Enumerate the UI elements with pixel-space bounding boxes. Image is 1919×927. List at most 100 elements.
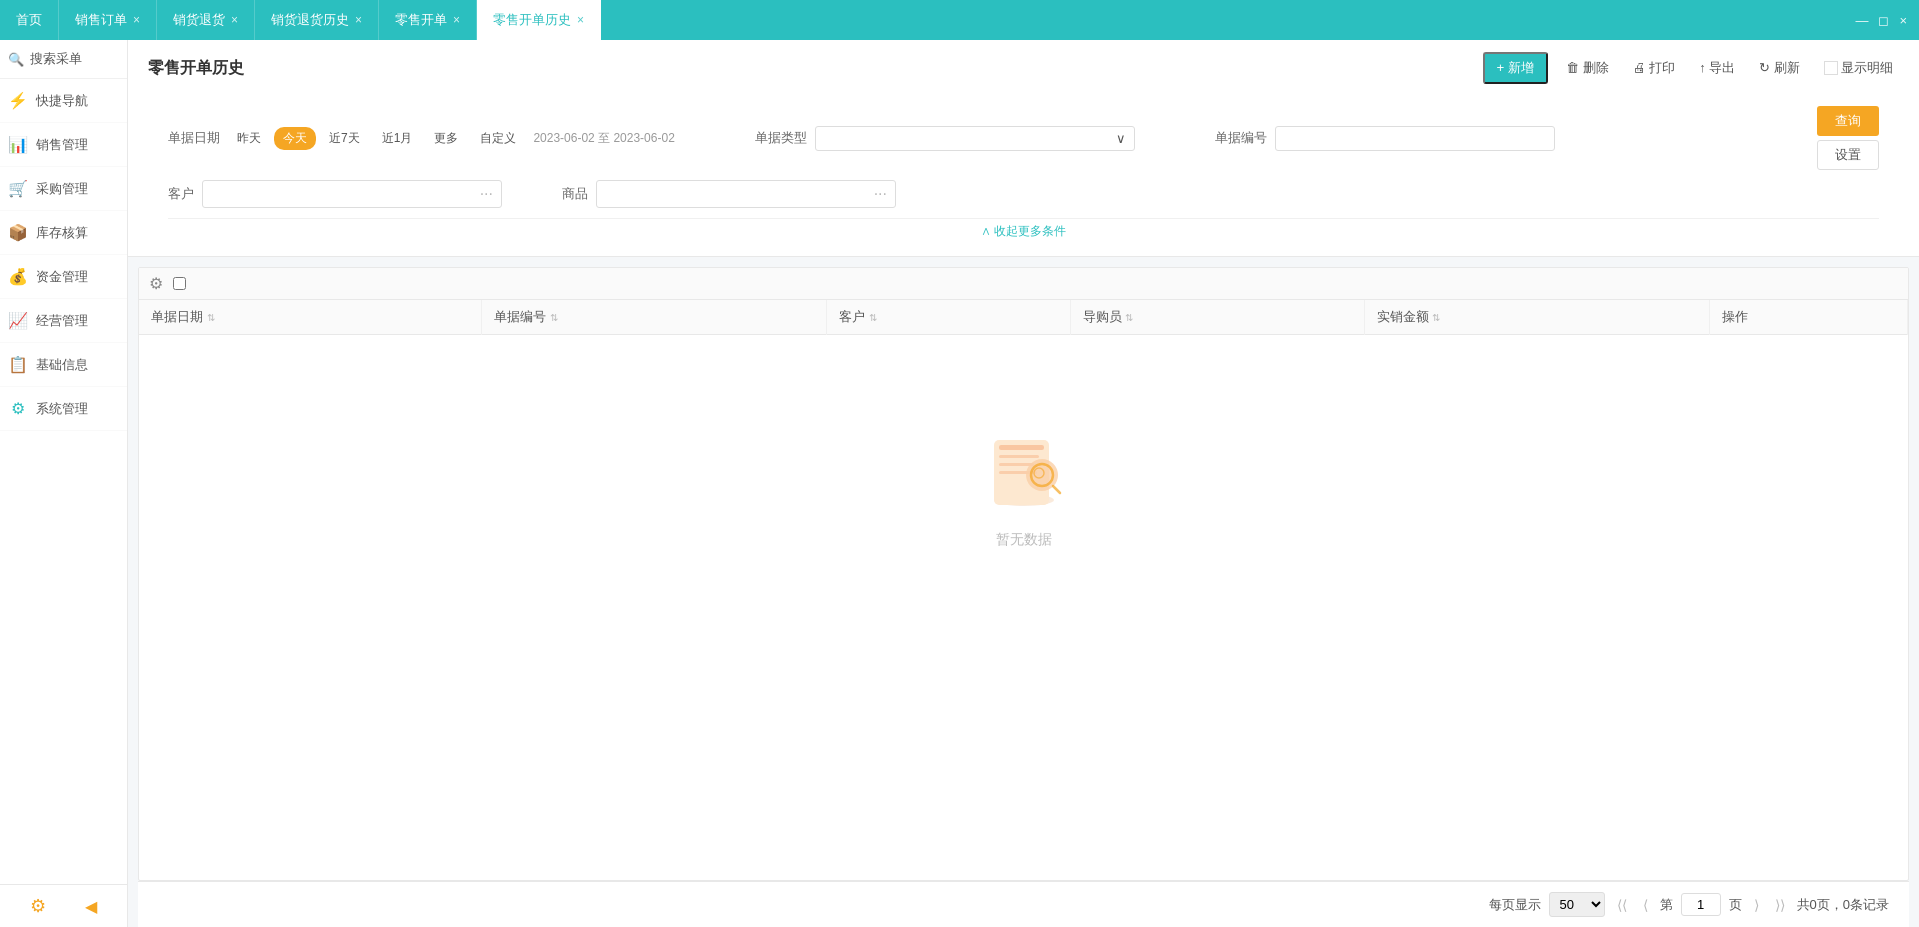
table-column-导购员[interactable]: 导购员 ⇅ [1070,300,1364,335]
sidebar-item-label: 系统管理 [36,400,88,418]
sidebar-icon: 📊 [8,135,28,154]
page-number-input[interactable] [1681,893,1721,916]
empty-state: 暂无数据 [139,335,1908,629]
close-button[interactable]: × [1899,13,1907,28]
page-size-select[interactable]: 102050100 [1549,892,1605,917]
top-nav-tab[interactable]: 销货退货× [157,0,255,40]
svg-line-8 [1053,486,1060,493]
bill-type-select[interactable]: ∨ [815,126,1135,151]
sidebar-item-资金管理[interactable]: 💰资金管理 [0,255,127,299]
svg-rect-3 [999,455,1039,458]
date-option-btn[interactable]: 昨天 [228,127,270,150]
customer-select[interactable]: ··· [202,180,502,208]
svg-rect-4 [999,463,1034,466]
tab-close-icon[interactable]: × [133,13,140,27]
tab-close-icon[interactable]: × [355,13,362,27]
date-option-btn[interactable]: 近1月 [373,127,422,150]
table-column-单据编号[interactable]: 单据编号 ⇅ [482,300,827,335]
sidebar-collapse-button[interactable]: ◀ [85,897,97,916]
top-nav-tab[interactable]: 零售开单× [379,0,477,40]
export-button[interactable]: ↑ 导出 [1693,55,1741,81]
tab-close-icon[interactable]: × [577,13,584,27]
display-col-button[interactable]: 显示明细 [1818,55,1899,81]
sidebar-icon: 🛒 [8,179,28,198]
bill-type-arrow: ∨ [1116,131,1126,146]
date-option-btn[interactable]: 自定义 [471,127,525,150]
content-area: 零售开单历史 + 新增 🗑 删除 🖨 打印 ↑ 导出 ↻ 刷新 显示明细 [128,40,1919,927]
table-column-单据日期[interactable]: 单据日期 ⇅ [139,300,482,335]
last-page-button[interactable]: ⟩⟩ [1771,895,1789,915]
main-layout: 🔍 搜索采单 ⚡快捷导航 📊 销售管理 🛒采购管理 📦 库存核算 💰资金管理📈经营管理📋基础… [0,40,1919,927]
query-button[interactable]: 查询 [1817,106,1879,136]
sidebar-icon: ⚡ [8,91,28,110]
total-label: 共0页，0条记录 [1797,896,1889,914]
sort-icon: ⇅ [1125,312,1133,323]
date-range-display: 2023-06-02 至 2023-06-02 [533,130,674,147]
sort-icon: ⇅ [869,312,877,323]
collapse-label: ∧ 收起更多条件 [981,223,1066,240]
sidebar-item-快捷导航[interactable]: ⚡快捷导航 [0,79,127,123]
sidebar-item-label: 销售管理 [36,136,88,154]
data-table: 单据日期 ⇅单据编号 ⇅客户 ⇅导购员 ⇅实销金额 ⇅操作 [139,300,1908,335]
delete-button[interactable]: 🗑 删除 [1560,55,1615,81]
tab-close-icon[interactable]: × [231,13,238,27]
refresh-button[interactable]: ↻ 刷新 [1753,55,1806,81]
top-nav-tab[interactable]: 销货退货历史× [255,0,379,40]
new-button[interactable]: + 新增 [1483,52,1549,84]
sidebar-item-库存核算[interactable]: 📦 库存核算 [0,211,127,255]
top-nav-tab[interactable]: 销售订单× [59,0,157,40]
top-nav-tabs: 首页销售订单×销货退货×销货退货历史×零售开单×零售开单历史× [0,0,1855,40]
date-filter: 单据日期 昨天今天近7天近1月更多自定义 2023-06-02 至 2023-0… [168,127,675,150]
table-container: ⚙ 单据日期 ⇅单据编号 ⇅客户 ⇅导购员 ⇅实销金额 ⇅操作 [138,267,1909,881]
sort-icon: ⇅ [1432,312,1440,323]
date-option-btn[interactable]: 今天 [274,127,316,150]
display-col-label: 显示明细 [1841,59,1893,77]
date-label: 单据日期 [168,129,220,147]
goods-filter: 商品 ··· [562,180,896,208]
sidebar-item-经营管理[interactable]: 📈经营管理 [0,299,127,343]
sidebar-icon: 📋 [8,355,28,374]
search-icon: 🔍 [8,52,24,67]
table-column-客户[interactable]: 客户 ⇅ [827,300,1071,335]
next-page-button[interactable]: ⟩ [1750,895,1763,915]
select-all-checkbox[interactable] [173,277,186,290]
display-col-checkbox[interactable] [1824,61,1838,75]
print-button[interactable]: 🖨 打印 [1627,55,1682,81]
sidebar-item-采购管理[interactable]: 🛒采购管理 [0,167,127,211]
sidebar-settings-button[interactable]: ⚙ [30,895,46,917]
goods-select[interactable]: ··· [596,180,896,208]
bill-no-label: 单据编号 [1215,129,1267,147]
bill-type-label: 单据类型 [755,129,807,147]
filter-row-1: 单据日期 昨天今天近7天近1月更多自定义 2023-06-02 至 2023-0… [168,106,1879,170]
prev-page-button[interactable]: ⟨ [1639,895,1652,915]
sidebar-item-系统管理[interactable]: ⚙系统管理 [0,387,127,431]
page-word: 页 [1729,896,1742,914]
customer-dots: ··· [480,185,493,203]
table-settings-icon[interactable]: ⚙ [149,274,163,293]
top-nav-bar: 首页销售订单×销货退货×销货退货历史×零售开单×零售开单历史× — ◻ × [0,0,1919,40]
top-nav-tab[interactable]: 首页 [0,0,59,40]
tab-close-icon[interactable]: × [453,13,460,27]
empty-illustration [974,415,1074,515]
customer-filter: 客户 ··· [168,180,502,208]
bill-no-input[interactable] [1275,126,1555,151]
sidebar-item-label: 库存核算 [36,224,88,242]
sidebar-item-销售管理[interactable]: 📊 销售管理 [0,123,127,167]
top-nav-tab[interactable]: 零售开单历史× [477,0,601,40]
filter-row-2: 客户 ··· 商品 ··· [168,180,1879,208]
minimize-button[interactable]: — [1855,13,1868,28]
first-page-button[interactable]: ⟨⟨ [1613,895,1631,915]
sidebar-icon: 📦 [8,223,28,242]
collapse-bar[interactable]: ∧ 收起更多条件 [168,218,1879,246]
table-column-操作: 操作 [1709,300,1907,335]
restore-button[interactable]: ◻ [1878,13,1889,28]
sidebar-search[interactable]: 🔍 搜索采单 [0,40,127,79]
table-column-实销金额[interactable]: 实销金额 ⇅ [1364,300,1709,335]
date-option-btn[interactable]: 近7天 [320,127,369,150]
table-toolbar: ⚙ [139,268,1908,300]
page-word-before: 第 [1660,896,1673,914]
page-title-row: 零售开单历史 + 新增 🗑 删除 🖨 打印 ↑ 导出 ↻ 刷新 显示明细 [148,52,1899,84]
date-option-btn[interactable]: 更多 [425,127,467,150]
sidebar-item-基础信息[interactable]: 📋基础信息 [0,343,127,387]
settings-button[interactable]: 设置 [1817,140,1879,170]
